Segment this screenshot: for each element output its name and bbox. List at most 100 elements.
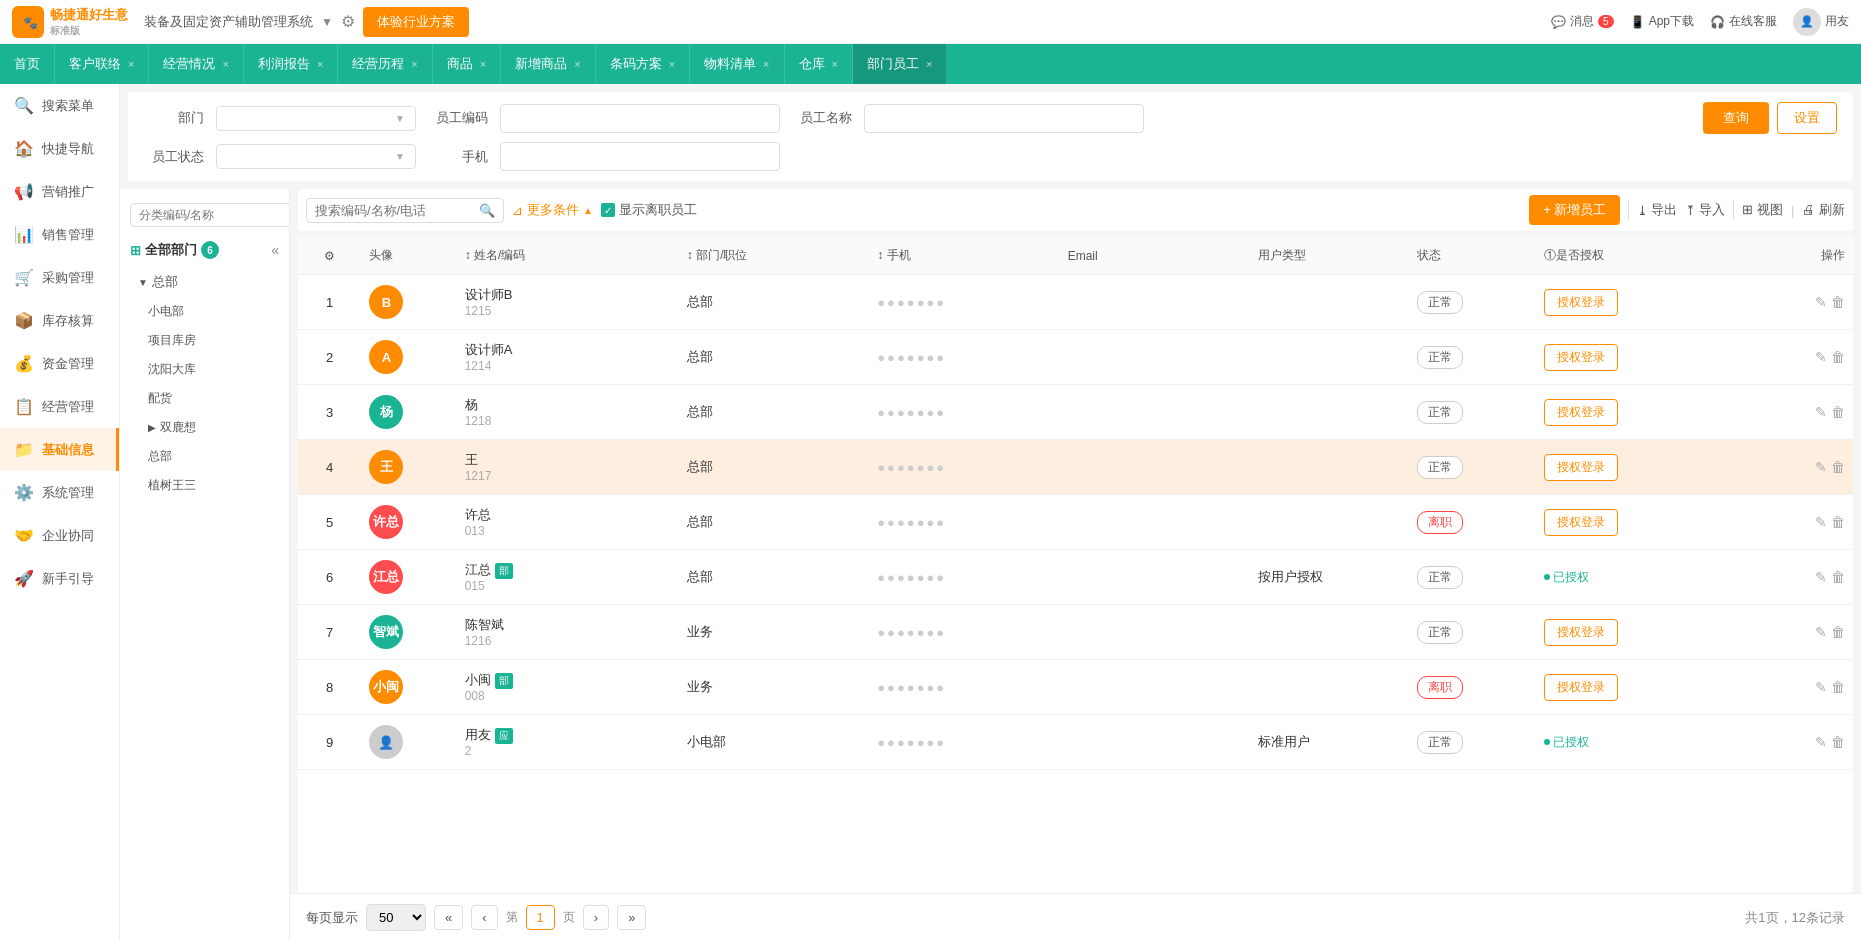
auth-login-button[interactable]: 授权登录 <box>1544 399 1618 426</box>
auth-login-button[interactable]: 授权登录 <box>1544 454 1618 481</box>
import-button[interactable]: ⤒ 导入 <box>1685 201 1725 219</box>
edit-button[interactable]: ✎ <box>1815 294 1827 310</box>
settings-gear-button[interactable]: ⚙ <box>341 12 355 31</box>
edit-button[interactable]: ✎ <box>1815 349 1827 365</box>
last-page-button[interactable]: » <box>617 905 646 930</box>
sidebar-item-企业协同[interactable]: 🤝企业协同 <box>0 514 119 557</box>
delete-button[interactable]: 🗑 <box>1831 734 1845 750</box>
tab-close-icon[interactable]: × <box>411 58 417 70</box>
nav-tab-部门员工[interactable]: 部门员工× <box>853 44 947 84</box>
status-filter-select[interactable]: ▼ <box>216 144 416 169</box>
export-button[interactable]: ⤓ 导出 <box>1637 201 1677 219</box>
dept-item-shuanglu[interactable]: ▶双鹿想 <box>128 413 289 442</box>
tab-close-icon[interactable]: × <box>317 58 323 70</box>
tab-close-icon[interactable]: × <box>926 58 932 70</box>
col-phone[interactable]: ↕ 手机 <box>869 237 1059 275</box>
nav-tab-客户联络[interactable]: 客户联络× <box>55 44 149 84</box>
dept-item-peihuo[interactable]: 配货 <box>128 384 289 413</box>
col-settings[interactable]: ⚙ <box>298 237 361 275</box>
delete-button[interactable]: 🗑 <box>1831 514 1845 530</box>
sidebar-item-基础信息[interactable]: 📁基础信息 <box>0 428 119 471</box>
col-name[interactable]: ↕ 姓名/编码 <box>457 237 679 275</box>
view-button[interactable]: ⊞ 视图 <box>1742 201 1783 219</box>
dept-header[interactable]: ⊞ 全部部门 6 « <box>120 233 289 267</box>
current-page[interactable]: 1 <box>526 905 555 930</box>
nav-tab-经营历程[interactable]: 经营历程× <box>338 44 432 84</box>
nav-tab-利润报告[interactable]: 利润报告× <box>244 44 338 84</box>
tab-close-icon[interactable]: × <box>222 58 228 70</box>
sidebar-item-新手引导[interactable]: 🚀新手引导 <box>0 557 119 600</box>
dept-search-input[interactable] <box>130 203 290 227</box>
delete-button[interactable]: 🗑 <box>1831 404 1845 420</box>
dept-item-project[interactable]: 项目库房 <box>128 326 289 355</box>
delete-button[interactable]: 🗑 <box>1831 459 1845 475</box>
delete-button[interactable]: 🗑 <box>1831 569 1845 585</box>
sidebar-item-经营管理[interactable]: 📋经营管理 <box>0 385 119 428</box>
auth-login-button[interactable]: 授权登录 <box>1544 344 1618 371</box>
tab-close-icon[interactable]: × <box>574 58 580 70</box>
sidebar-item-营销推广[interactable]: 📢营销推广 <box>0 170 119 213</box>
nav-tab-经营情况[interactable]: 经营情况× <box>149 44 243 84</box>
auth-login-button[interactable]: 授权登录 <box>1544 619 1618 646</box>
delete-button[interactable]: 🗑 <box>1831 294 1845 310</box>
sidebar-item-快捷导航[interactable]: 🏠快捷导航 <box>0 127 119 170</box>
auth-login-button[interactable]: 授权登录 <box>1544 674 1618 701</box>
edit-button[interactable]: ✎ <box>1815 404 1827 420</box>
set-button[interactable]: 设置 <box>1777 102 1837 134</box>
edit-button[interactable]: ✎ <box>1815 624 1827 640</box>
edit-button[interactable]: ✎ <box>1815 679 1827 695</box>
phone-filter-input[interactable] <box>500 142 780 171</box>
message-btn[interactable]: 💬 消息 5 <box>1551 13 1614 30</box>
prev-page-button[interactable]: ‹ <box>471 905 497 930</box>
col-dept[interactable]: ↕ 部门/职位 <box>679 237 869 275</box>
search-input[interactable] <box>315 203 475 218</box>
support-btn[interactable]: 🎧 在线客服 <box>1710 13 1777 30</box>
tab-close-icon[interactable]: × <box>480 58 486 70</box>
trial-btn[interactable]: 体验行业方案 <box>363 7 469 37</box>
auth-login-button[interactable]: 授权登录 <box>1544 509 1618 536</box>
app-download-btn[interactable]: 📱 App下载 <box>1630 13 1694 30</box>
sidebar-item-库存核算[interactable]: 📦库存核算 <box>0 299 119 342</box>
delete-button[interactable]: 🗑 <box>1831 679 1845 695</box>
nav-tab-仓库[interactable]: 仓库× <box>785 44 853 84</box>
user-profile-btn[interactable]: 👤 用友 <box>1793 8 1849 36</box>
emp-name-filter-input[interactable] <box>864 104 1144 133</box>
add-employee-button[interactable]: + 新增员工 <box>1529 195 1620 225</box>
sidebar-item-搜索菜单[interactable]: 🔍搜索菜单 <box>0 84 119 127</box>
next-page-button[interactable]: › <box>583 905 609 930</box>
dept-filter-select[interactable]: ▼ <box>216 106 416 131</box>
nav-tab-首页[interactable]: 首页 <box>0 44 55 84</box>
edit-button[interactable]: ✎ <box>1815 734 1827 750</box>
tab-close-icon[interactable]: × <box>669 58 675 70</box>
tab-close-icon[interactable]: × <box>832 58 838 70</box>
first-page-button[interactable]: « <box>434 905 463 930</box>
edit-button[interactable]: ✎ <box>1815 569 1827 585</box>
sidebar-item-采购管理[interactable]: 🛒采购管理 <box>0 256 119 299</box>
print-button[interactable]: 🖨 刷新 <box>1802 201 1845 219</box>
delete-button[interactable]: 🗑 <box>1831 349 1845 365</box>
query-button[interactable]: 查询 <box>1703 102 1769 134</box>
sidebar-item-系统管理[interactable]: ⚙️系统管理 <box>0 471 119 514</box>
sidebar-item-销售管理[interactable]: 📊销售管理 <box>0 213 119 256</box>
nav-tab-物料清单[interactable]: 物料清单× <box>690 44 784 84</box>
dept-item-shenyang[interactable]: 沈阳大库 <box>128 355 289 384</box>
edit-button[interactable]: ✎ <box>1815 459 1827 475</box>
sidebar-item-资金管理[interactable]: 💰资金管理 <box>0 342 119 385</box>
auth-login-button[interactable]: 授权登录 <box>1544 289 1618 316</box>
dept-item-zongbu[interactable]: 总部 <box>128 442 289 471</box>
dept-item-xiaodian[interactable]: 小电部 <box>128 297 289 326</box>
show-resigned-toggle[interactable]: ✓ 显示离职员工 <box>601 201 697 219</box>
more-filter-btn[interactable]: ⊿ 更多条件 ▲ <box>512 201 593 219</box>
dept-group-header-general[interactable]: ▼ 总部 <box>128 267 289 297</box>
nav-tab-新增商品[interactable]: 新增商品× <box>501 44 595 84</box>
edit-button[interactable]: ✎ <box>1815 514 1827 530</box>
emp-code-filter-input[interactable] <box>500 104 780 133</box>
dept-item-zhishu[interactable]: 植树王三 <box>128 471 289 500</box>
nav-tab-商品[interactable]: 商品× <box>433 44 501 84</box>
per-page-select[interactable]: 50 10 20 100 <box>366 904 426 931</box>
tab-close-icon[interactable]: × <box>763 58 769 70</box>
tab-close-icon[interactable]: × <box>128 58 134 70</box>
dept-collapse-button[interactable]: « <box>271 242 279 258</box>
nav-tab-条码方案[interactable]: 条码方案× <box>596 44 690 84</box>
dropdown-arrow-icon[interactable]: ▼ <box>321 15 333 29</box>
